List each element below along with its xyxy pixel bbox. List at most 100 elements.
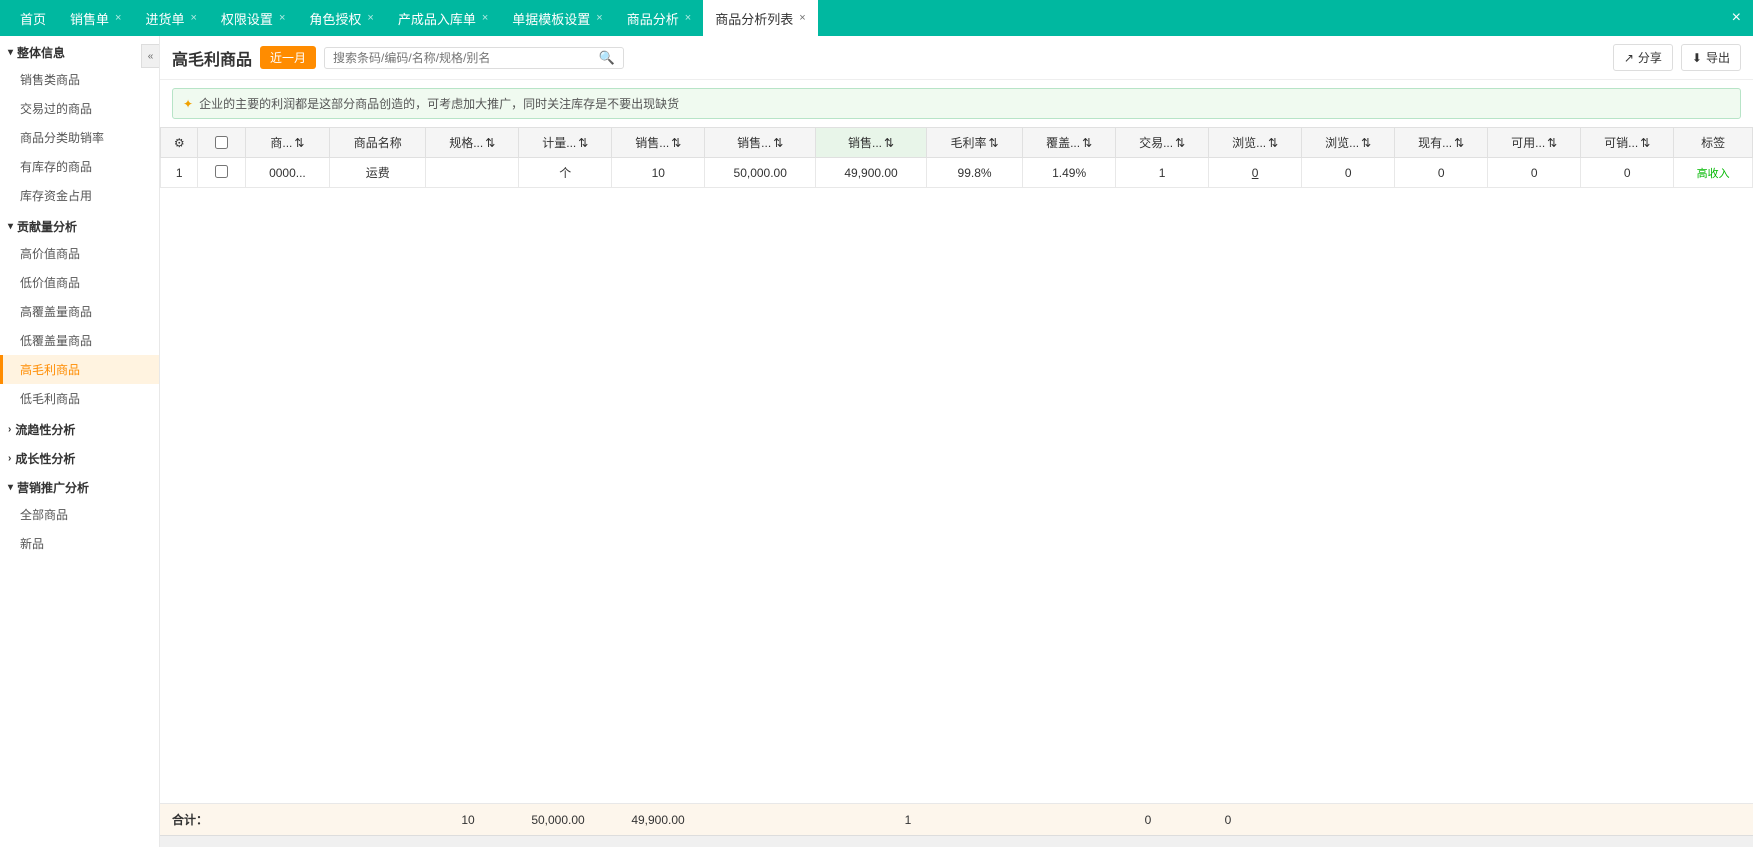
content-header: 高毛利商品 近一月 🔍 ↗ 分享 ⬇ 导出 <box>160 36 1753 80</box>
cell-browse2: 0 <box>1302 158 1395 188</box>
col-browse1[interactable]: 浏览... ⇅ <box>1209 128 1302 158</box>
search-box: 🔍 <box>324 47 624 69</box>
summary-sales-amount: 50,000.00 <box>508 813 608 827</box>
summary-transactions: 1 <box>868 813 948 827</box>
sidebar-item-high-coverage[interactable]: 高覆盖量商品 <box>0 297 159 326</box>
close-permission-settings[interactable]: × <box>279 12 285 24</box>
notice-text: 企业的主要的利润都是这部分商品创造的，可考虑加大推广，同时关注库存是不要出现缺货 <box>199 95 679 112</box>
cell-sales-cost: 49,900.00 <box>816 158 927 188</box>
summary-sales-cost: 49,900.00 <box>608 813 708 827</box>
notice-bar: ✦ 企业的主要的利润都是这部分商品创造的，可考虑加大推广，同时关注库存是不要出现… <box>172 88 1741 119</box>
col-sales-amount[interactable]: 销售... ⇅ <box>705 128 816 158</box>
col-sales-qty[interactable]: 销售... ⇅ <box>612 128 705 158</box>
close-role-auth[interactable]: × <box>367 12 373 24</box>
sidebar-item-low-margin[interactable]: 低毛利商品 <box>0 384 159 413</box>
row-checkbox[interactable] <box>215 165 228 178</box>
arrow-marketing: ▾ <box>8 482 13 493</box>
col-browse2[interactable]: 浏览... ⇅ <box>1302 128 1395 158</box>
table-header-row: ⚙ 商... ⇅ 商品名称 规格... ⇅ 计量... ⇅ 销售... ⇅ 销售… <box>161 128 1753 158</box>
nav-purchase-order[interactable]: 进货单 × <box>133 0 208 36</box>
cell-sales-amount: 50,000.00 <box>705 158 816 188</box>
sidebar-item-stock-fund[interactable]: 库存资金占用 <box>0 181 159 210</box>
close-purchase-order[interactable]: × <box>190 12 196 24</box>
col-transactions[interactable]: 交易... ⇅ <box>1116 128 1209 158</box>
cell-sales-qty: 10 <box>612 158 705 188</box>
col-sales-cost[interactable]: 销售... ⇅ <box>816 128 927 158</box>
sidebar-item-in-stock-goods[interactable]: 有库存的商品 <box>0 152 159 181</box>
nav-role-auth[interactable]: 角色授权 × <box>297 0 385 36</box>
col-code[interactable]: 商... ⇅ <box>245 128 330 158</box>
data-table: ⚙ 商... ⇅ 商品名称 规格... ⇅ 计量... ⇅ 销售... ⇅ 销售… <box>160 127 1753 188</box>
search-input[interactable] <box>333 51 599 65</box>
nav-home[interactable]: 首页 <box>8 0 58 36</box>
close-template-settings[interactable]: × <box>596 12 602 24</box>
arrow-trend: › <box>8 424 11 435</box>
sidebar-collapse-btn[interactable]: « <box>141 44 159 68</box>
close-product-entry[interactable]: × <box>482 12 488 24</box>
notice-icon: ✦ <box>183 97 193 111</box>
period-button[interactable]: 近一月 <box>260 46 316 69</box>
arrow-contribution: ▾ <box>8 221 13 232</box>
summary-label: 合计： <box>172 811 208 828</box>
sidebar-item-high-value[interactable]: 高价值商品 <box>0 239 159 268</box>
col-checkbox[interactable] <box>198 128 245 158</box>
col-index: ⚙ <box>161 128 198 158</box>
cell-sellable-stock: 0 <box>1581 158 1674 188</box>
export-icon: ⬇ <box>1692 51 1702 65</box>
nav-template-settings[interactable]: 单据模板设置 × <box>500 0 614 36</box>
col-unit[interactable]: 计量... ⇅ <box>519 128 612 158</box>
col-coverage[interactable]: 覆盖... ⇅ <box>1023 128 1116 158</box>
summary-sales-qty: 10 <box>428 813 508 827</box>
share-button[interactable]: ↗ 分享 <box>1613 44 1673 71</box>
cell-unit: 个 <box>519 158 612 188</box>
select-all-checkbox[interactable] <box>215 136 228 149</box>
cell-tag: 高收入 <box>1674 158 1753 188</box>
col-current-stock[interactable]: 现有... ⇅ <box>1395 128 1488 158</box>
horizontal-scrollbar[interactable] <box>160 835 1753 847</box>
arrow-growth: › <box>8 453 11 464</box>
sidebar-item-low-coverage[interactable]: 低覆盖量商品 <box>0 326 159 355</box>
search-icon[interactable]: 🔍 <box>599 50 615 66</box>
sidebar-group-growth[interactable]: › 成长性分析 <box>0 442 159 471</box>
sidebar-item-low-value[interactable]: 低价值商品 <box>0 268 159 297</box>
close-sales-order[interactable]: × <box>115 12 121 24</box>
sidebar-item-new-goods[interactable]: 新品 <box>0 529 159 558</box>
nav-product-analysis-list[interactable]: 商品分析列表 × <box>703 0 817 36</box>
sidebar-item-category-sales-rate[interactable]: 商品分类助销率 <box>0 123 159 152</box>
nav-permission-settings[interactable]: 权限设置 × <box>209 0 297 36</box>
nav-product-analysis[interactable]: 商品分析 × <box>615 0 703 36</box>
nav-product-entry[interactable]: 产成品入库单 × <box>386 0 500 36</box>
summary-available-stock: 0 <box>1188 813 1268 827</box>
top-nav: 首页 销售单 × 进货单 × 权限设置 × 角色授权 × 产成品入库单 × 单据… <box>0 0 1753 36</box>
table-container: ⚙ 商... ⇅ 商品名称 规格... ⇅ 计量... ⇅ 销售... ⇅ 销售… <box>160 127 1753 803</box>
cell-code[interactable]: 0000... <box>245 158 330 188</box>
cell-available-stock: 0 <box>1488 158 1581 188</box>
sidebar-group-contribution[interactable]: ▾ 贡献量分析 <box>0 210 159 239</box>
col-spec[interactable]: 规格... ⇅ <box>426 128 519 158</box>
sidebar-item-traded-goods[interactable]: 交易过的商品 <box>0 94 159 123</box>
nav-sales-order[interactable]: 销售单 × <box>58 0 133 36</box>
sidebar-group-marketing[interactable]: ▾ 营销推广分析 <box>0 471 159 500</box>
close-product-analysis[interactable]: × <box>685 12 691 24</box>
sidebar-item-high-margin[interactable]: 高毛利商品 <box>0 355 159 384</box>
sidebar-group-trend[interactable]: › 流趋性分析 <box>0 413 159 442</box>
sidebar-group-overall[interactable]: ▾ 整体信息 <box>0 36 159 65</box>
close-all-tabs[interactable]: × <box>1732 9 1741 27</box>
col-gross-margin[interactable]: 毛利率 ⇅ <box>926 128 1022 158</box>
header-actions: ↗ 分享 ⬇ 导出 <box>1613 44 1741 71</box>
export-button[interactable]: ⬇ 导出 <box>1681 44 1741 71</box>
col-sellable-stock[interactable]: 可销... ⇅ <box>1581 128 1674 158</box>
sidebar-item-all-goods[interactable]: 全部商品 <box>0 500 159 529</box>
cell-checkbox[interactable] <box>198 158 245 188</box>
sidebar-item-sales-goods[interactable]: 销售类商品 <box>0 65 159 94</box>
cell-coverage: 1.49% <box>1023 158 1116 188</box>
cell-browse1[interactable]: 0 <box>1209 158 1302 188</box>
footer-summary: 合计： 10 50,000.00 49,900.00 1 0 0 <box>160 803 1753 835</box>
sidebar: « ▾ 整体信息 销售类商品 交易过的商品 商品分类助销率 有库存的商品 库存资… <box>0 36 160 847</box>
main-layout: « ▾ 整体信息 销售类商品 交易过的商品 商品分类助销率 有库存的商品 库存资… <box>0 36 1753 847</box>
cell-current-stock: 0 <box>1395 158 1488 188</box>
cell-gross-margin: 99.8% <box>926 158 1022 188</box>
content-area: 高毛利商品 近一月 🔍 ↗ 分享 ⬇ 导出 ✦ 企业的主要的利润都是这部分商品创… <box>160 36 1753 847</box>
col-available-stock[interactable]: 可用... ⇅ <box>1488 128 1581 158</box>
close-product-analysis-list[interactable]: × <box>799 12 805 24</box>
